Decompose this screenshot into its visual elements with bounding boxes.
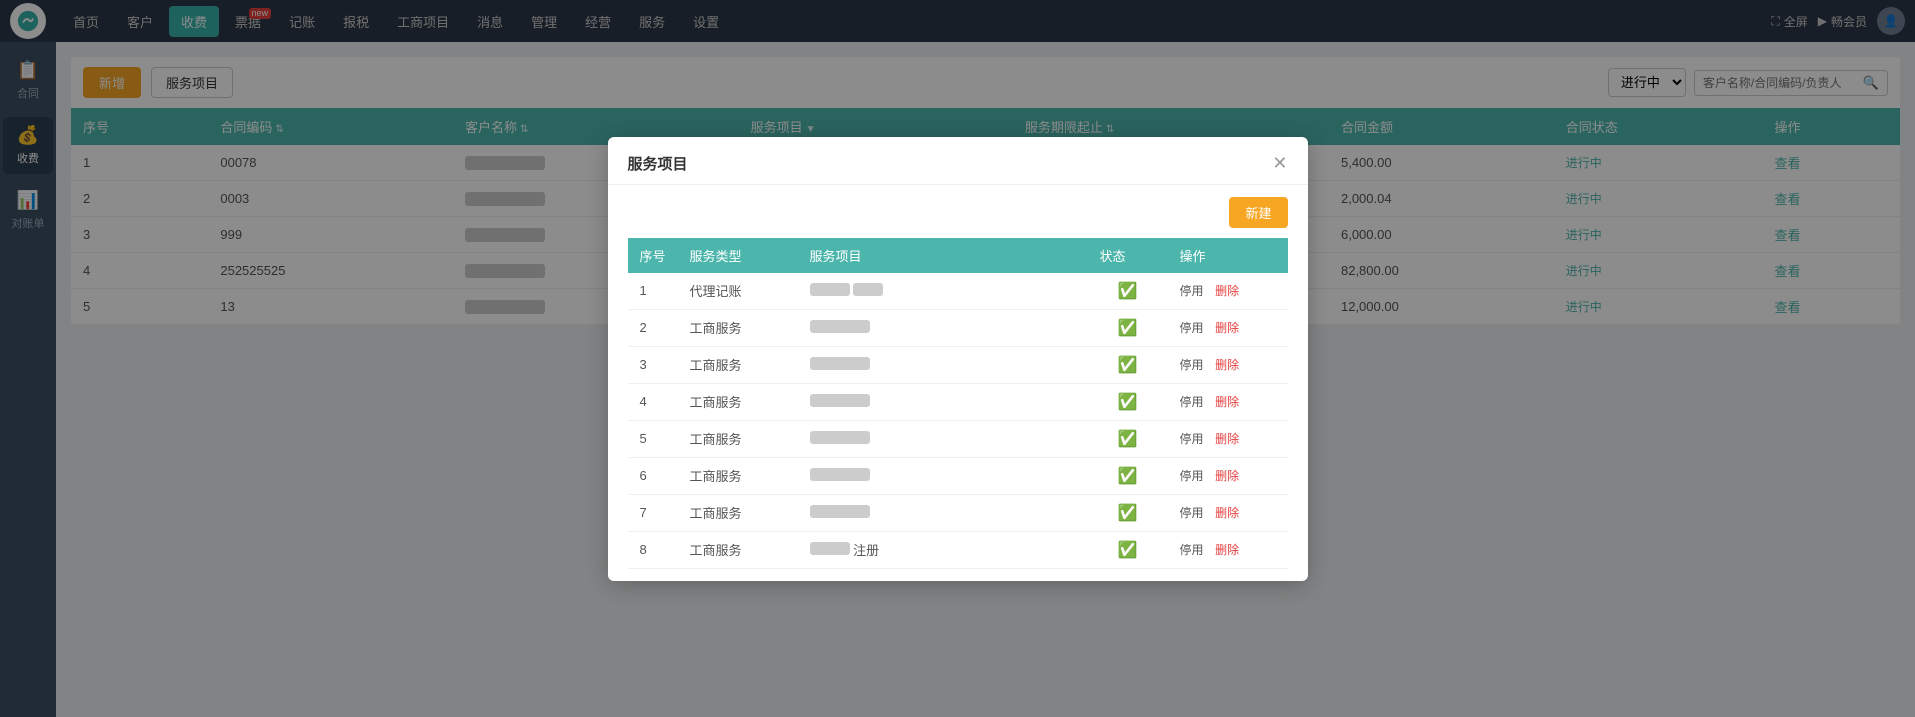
dialog-table-row: 6 工商服务 ✅ 停用 删除 <box>628 457 1288 494</box>
status-check-icon: ✅ <box>1118 431 1138 448</box>
stop-button[interactable]: 停用 <box>1180 506 1204 520</box>
delete-button[interactable]: 删除 <box>1215 284 1239 298</box>
dcell-item <box>798 383 1088 420</box>
status-check-icon: ✅ <box>1118 283 1138 300</box>
dcell-action: 停用 删除 <box>1168 420 1288 457</box>
dcell-item <box>798 457 1088 494</box>
dcell-type: 工商服务 <box>678 346 798 383</box>
dcell-seq: 4 <box>628 383 678 420</box>
dcell-status: ✅ <box>1088 346 1168 383</box>
delete-button[interactable]: 删除 <box>1215 543 1239 557</box>
dcol-action: 操作 <box>1168 238 1288 273</box>
dialog-table-row: 7 工商服务 ✅ 停用 删除 <box>628 494 1288 531</box>
delete-button[interactable]: 删除 <box>1215 506 1239 520</box>
dcell-action: 停用 删除 <box>1168 309 1288 346</box>
dialog-table-row: 3 工商服务 ✅ 停用 删除 <box>628 346 1288 383</box>
dcol-seq: 序号 <box>628 238 678 273</box>
stop-button[interactable]: 停用 <box>1180 469 1204 483</box>
dcell-action: 停用 删除 <box>1168 273 1288 310</box>
stop-button[interactable]: 停用 <box>1180 395 1204 409</box>
dcell-item: 注册 <box>798 531 1088 568</box>
dcell-item <box>798 494 1088 531</box>
dcell-status: ✅ <box>1088 383 1168 420</box>
dcol-item: 服务项目 <box>798 238 1088 273</box>
delete-button[interactable]: 删除 <box>1215 358 1239 372</box>
dcell-seq: 7 <box>628 494 678 531</box>
dialog-toolbar: 新建 <box>628 197 1288 228</box>
delete-button[interactable]: 删除 <box>1215 321 1239 335</box>
dcell-item <box>798 309 1088 346</box>
dcell-action: 停用 删除 <box>1168 494 1288 531</box>
dcell-action: 停用 删除 <box>1168 457 1288 494</box>
dialog-table: 序号 服务类型 服务项目 状态 操作 1 代理记账 ✅ 停用 删除 2 工商服务 <box>628 238 1288 569</box>
delete-button[interactable]: 删除 <box>1215 469 1239 483</box>
dialog-table-row: 4 工商服务 ✅ 停用 删除 <box>628 383 1288 420</box>
status-check-icon: ✅ <box>1118 542 1138 559</box>
dcell-status: ✅ <box>1088 420 1168 457</box>
dcell-status: ✅ <box>1088 457 1168 494</box>
status-check-icon: ✅ <box>1118 394 1138 411</box>
dcell-seq: 8 <box>628 531 678 568</box>
dialog-table-row: 5 工商服务 ✅ 停用 删除 <box>628 420 1288 457</box>
dialog-body: 新建 序号 服务类型 服务项目 状态 操作 1 代理记账 <box>608 185 1308 581</box>
dcell-type: 工商服务 <box>678 383 798 420</box>
dialog-table-wrapper[interactable]: 序号 服务类型 服务项目 状态 操作 1 代理记账 ✅ 停用 删除 2 工商服务 <box>628 238 1288 569</box>
delete-button[interactable]: 删除 <box>1215 432 1239 446</box>
stop-button[interactable]: 停用 <box>1180 284 1204 298</box>
dialog-header-row: 序号 服务类型 服务项目 状态 操作 <box>628 238 1288 273</box>
dcell-status: ✅ <box>1088 531 1168 568</box>
delete-button[interactable]: 删除 <box>1215 395 1239 409</box>
dcell-item <box>798 273 1088 310</box>
stop-button[interactable]: 停用 <box>1180 543 1204 557</box>
dialog-table-row: 2 工商服务 ✅ 停用 删除 <box>628 309 1288 346</box>
dcol-type: 服务类型 <box>678 238 798 273</box>
modal-overlay[interactable]: 服务项目 ✕ 新建 序号 服务类型 服务项目 状态 操作 <box>0 0 1915 717</box>
dcell-status: ✅ <box>1088 309 1168 346</box>
dcell-action: 停用 删除 <box>1168 383 1288 420</box>
status-check-icon: ✅ <box>1118 505 1138 522</box>
dialog-close-button[interactable]: ✕ <box>1272 154 1287 172</box>
dcell-type: 工商服务 <box>678 494 798 531</box>
dcell-item <box>798 346 1088 383</box>
dialog-title: 服务项目 <box>628 153 688 174</box>
dcell-type: 代理记账 <box>678 273 798 310</box>
dcell-seq: 5 <box>628 420 678 457</box>
dcell-item <box>798 420 1088 457</box>
status-check-icon: ✅ <box>1118 468 1138 485</box>
dcell-type: 工商服务 <box>678 420 798 457</box>
dialog-header: 服务项目 ✕ <box>608 137 1308 185</box>
dcell-action: 停用 删除 <box>1168 346 1288 383</box>
status-check-icon: ✅ <box>1118 357 1138 374</box>
dialog-new-button[interactable]: 新建 <box>1229 197 1287 228</box>
dcell-action: 停用 删除 <box>1168 531 1288 568</box>
dcell-type: 工商服务 <box>678 531 798 568</box>
stop-button[interactable]: 停用 <box>1180 321 1204 335</box>
dcol-status: 状态 <box>1088 238 1168 273</box>
dcell-seq: 2 <box>628 309 678 346</box>
dcell-type: 工商服务 <box>678 309 798 346</box>
dcell-status: ✅ <box>1088 494 1168 531</box>
service-dialog: 服务项目 ✕ 新建 序号 服务类型 服务项目 状态 操作 <box>608 137 1308 581</box>
dcell-seq: 1 <box>628 273 678 310</box>
stop-button[interactable]: 停用 <box>1180 358 1204 372</box>
dialog-table-row: 1 代理记账 ✅ 停用 删除 <box>628 273 1288 310</box>
dcell-seq: 3 <box>628 346 678 383</box>
dcell-status: ✅ <box>1088 273 1168 310</box>
dcell-type: 工商服务 <box>678 457 798 494</box>
stop-button[interactable]: 停用 <box>1180 432 1204 446</box>
dialog-table-row: 8 工商服务 注册 ✅ 停用 删除 <box>628 531 1288 568</box>
status-check-icon: ✅ <box>1118 320 1138 337</box>
dcell-seq: 6 <box>628 457 678 494</box>
